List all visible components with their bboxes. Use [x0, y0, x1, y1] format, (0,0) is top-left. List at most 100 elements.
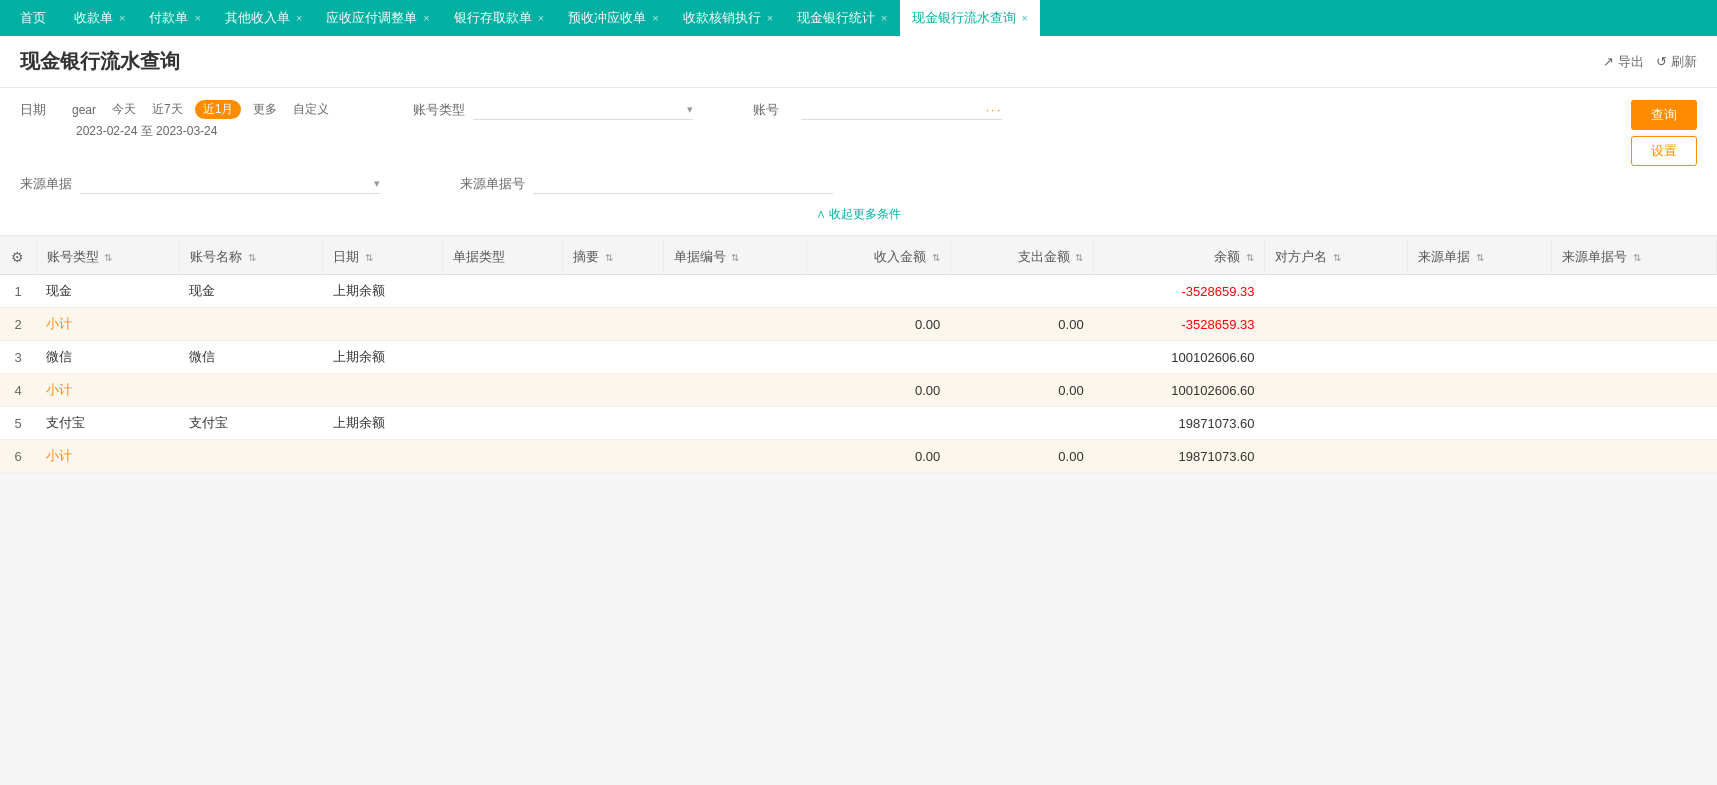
date-btn-7days[interactable]: 近7天: [148, 100, 187, 119]
cell-doc-no-0: [663, 275, 806, 308]
close-tab-8-icon[interactable]: ×: [1022, 12, 1028, 24]
cell-expense-2: [950, 341, 1093, 374]
close-tab-7-icon[interactable]: ×: [881, 12, 887, 24]
col-account-type[interactable]: 账号类型 ⇅: [36, 240, 179, 275]
date-btn-1month[interactable]: 近1月: [195, 100, 242, 119]
cell-date-1: [323, 308, 442, 341]
cell-source-doc-no-2: [1551, 341, 1716, 374]
cell-doc-no-4: [663, 407, 806, 440]
source-doc-no-input[interactable]: [533, 174, 833, 193]
source-doc-no-label: 来源单据号: [460, 175, 525, 193]
cell-income-0: [807, 275, 950, 308]
cell-doc-no-3: [663, 374, 806, 407]
cell-doc-no-2: [663, 341, 806, 374]
sort-income-icon: ⇅: [932, 252, 940, 263]
cell-date-4: 上期余额: [323, 407, 442, 440]
nav-tab-tiaozhendan[interactable]: 应收应付调整单 ×: [314, 0, 441, 36]
account-no-input-wrap[interactable]: ···: [801, 100, 1002, 120]
close-tab-3-icon[interactable]: ×: [423, 12, 429, 24]
cell-account-name-5: [179, 440, 322, 473]
account-type-select-wrap[interactable]: ▾: [473, 100, 693, 120]
col-counterpart[interactable]: 对方户名 ⇅: [1265, 240, 1408, 275]
header-actions: ↗ 导出 ↺ 刷新: [1603, 53, 1697, 71]
date-label: 日期: [20, 101, 60, 119]
col-doc-no[interactable]: 单据编号 ⇅: [663, 240, 806, 275]
cell-summary-4: [563, 407, 663, 440]
col-source-doc-no[interactable]: 来源单据号 ⇅: [1551, 240, 1716, 275]
nav-tab-fukudan[interactable]: 付款单 ×: [137, 0, 212, 36]
cell-expense-4: [950, 407, 1093, 440]
top-navigation: 首页 收款单 × 付款单 × 其他收入单 × 应收应付调整单 × 银行存取款单 …: [0, 0, 1717, 36]
source-doc-input[interactable]: [80, 174, 370, 193]
col-expense[interactable]: 支出金额 ⇅: [950, 240, 1093, 275]
cell-account-name-0: 现金: [179, 275, 322, 308]
cell-account-name-2: 微信: [179, 341, 322, 374]
refresh-button[interactable]: ↺ 刷新: [1656, 53, 1697, 71]
collapse-icon: ∧: [816, 207, 826, 221]
settings-button[interactable]: 设置: [1631, 136, 1697, 166]
col-balance[interactable]: 余额 ⇅: [1094, 240, 1265, 275]
account-type-input[interactable]: [473, 100, 683, 119]
col-summary[interactable]: 摘要 ⇅: [563, 240, 663, 275]
cell-doc-type-5: [442, 440, 563, 473]
col-income[interactable]: 收入金额 ⇅: [807, 240, 950, 275]
query-button[interactable]: 查询: [1631, 100, 1697, 130]
cell-balance-5: 19871073.60: [1094, 440, 1265, 473]
cell-summary-3: [563, 374, 663, 407]
table-row: 2 小计 0.00 0.00 -3528659.33: [0, 308, 1717, 341]
cell-source-doc-no-4: [1551, 407, 1716, 440]
close-tab-0-icon[interactable]: ×: [119, 12, 125, 24]
account-no-more-icon[interactable]: ···: [985, 102, 1002, 117]
source-doc-dropdown-icon: ▾: [374, 177, 380, 190]
nav-tab-shoudan-hexiao[interactable]: 收款核销执行 ×: [671, 0, 785, 36]
cell-account-type-2: 微信: [36, 341, 179, 374]
date-btn-more[interactable]: 更多: [249, 100, 281, 119]
date-shortcuts: gear 今天 近7天 近1月 更多 自定义: [68, 100, 333, 119]
nav-tab-liushui-query[interactable]: 现金银行流水查询 ×: [900, 0, 1040, 36]
export-button[interactable]: ↗ 导出: [1603, 53, 1644, 71]
cell-source-doc-0: [1408, 275, 1551, 308]
col-account-name[interactable]: 账号名称 ⇅: [179, 240, 322, 275]
close-tab-5-icon[interactable]: ×: [652, 12, 658, 24]
nav-home[interactable]: 首页: [4, 0, 62, 36]
col-source-doc[interactable]: 来源单据 ⇅: [1408, 240, 1551, 275]
date-btn-custom[interactable]: 自定义: [289, 100, 333, 119]
col-gear[interactable]: ⚙: [0, 240, 36, 275]
account-no-input[interactable]: [801, 100, 981, 119]
cell-summary-1: [563, 308, 663, 341]
cell-summary-5: [563, 440, 663, 473]
cell-index-2: 3: [0, 341, 36, 374]
nav-tab-qitashourudan[interactable]: 其他收入单 ×: [213, 0, 314, 36]
cell-source-doc-no-3: [1551, 374, 1716, 407]
date-btn-yesterday[interactable]: gear: [68, 102, 100, 118]
table-row: 6 小计 0.00 0.00 19871073.60: [0, 440, 1717, 473]
close-tab-2-icon[interactable]: ×: [296, 12, 302, 24]
sort-source-doc-icon: ⇅: [1476, 252, 1484, 263]
cell-index-0: 1: [0, 275, 36, 308]
cell-index-4: 5: [0, 407, 36, 440]
refresh-icon: ↺: [1656, 54, 1667, 69]
col-doc-type[interactable]: 单据类型: [442, 240, 563, 275]
date-btn-today[interactable]: 今天: [108, 100, 140, 119]
cell-income-4: [807, 407, 950, 440]
source-doc-select-wrap[interactable]: ▾: [80, 174, 380, 194]
nav-tab-yinhangcunqu[interactable]: 银行存取款单 ×: [442, 0, 556, 36]
nav-tab-shoudan[interactable]: 收款单 ×: [62, 0, 137, 36]
cell-source-doc-5: [1408, 440, 1551, 473]
cell-counterpart-1: [1265, 308, 1408, 341]
col-date[interactable]: 日期 ⇅: [323, 240, 442, 275]
cell-balance-1: -3528659.33: [1094, 308, 1265, 341]
cell-date-5: [323, 440, 442, 473]
close-tab-6-icon[interactable]: ×: [767, 12, 773, 24]
collapse-bar[interactable]: ∧ 收起更多条件: [20, 202, 1697, 227]
cell-doc-type-4: [442, 407, 563, 440]
source-doc-no-input-wrap[interactable]: [533, 174, 833, 194]
close-tab-4-icon[interactable]: ×: [538, 12, 544, 24]
page-title: 现金银行流水查询: [20, 48, 180, 75]
close-tab-1-icon[interactable]: ×: [194, 12, 200, 24]
nav-tab-xianjin-tongji[interactable]: 现金银行统计 ×: [785, 0, 899, 36]
cell-account-name-1: [179, 308, 322, 341]
cell-doc-type-0: [442, 275, 563, 308]
cell-doc-no-1: [663, 308, 806, 341]
nav-tab-yushoudan[interactable]: 预收冲应收单 ×: [556, 0, 670, 36]
